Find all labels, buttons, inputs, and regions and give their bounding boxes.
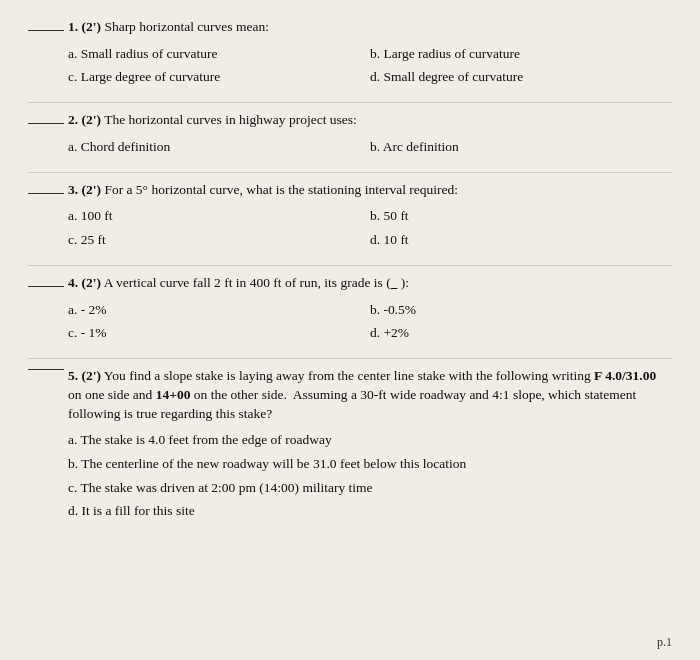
question-3: 3. (2') For a 5° horizontal curve, what … bbox=[28, 181, 672, 251]
q3-option-a: a. 100 ft bbox=[68, 205, 370, 227]
page-number: p.1 bbox=[657, 634, 672, 650]
q3-option-b: b. 50 ft bbox=[370, 205, 672, 227]
question-1: 1. (2') Sharp horizontal curves mean: a.… bbox=[28, 18, 672, 88]
q2-option-b: b. Arc definition bbox=[370, 136, 672, 158]
q5-text: 5. (2') You find a slope stake is laying… bbox=[68, 367, 672, 424]
q3-text: 3. (2') For a 5° horizontal curve, what … bbox=[68, 181, 458, 200]
q5-option-d: d. It is a fill for this site bbox=[68, 500, 672, 522]
q5-option-c: c. The stake was driven at 2:00 pm (14:0… bbox=[68, 477, 672, 499]
q4-blank bbox=[28, 286, 64, 287]
q5-blank bbox=[28, 369, 64, 370]
exam-page: 1. (2') Sharp horizontal curves mean: a.… bbox=[0, 0, 700, 660]
divider-2 bbox=[28, 172, 672, 173]
q2-blank bbox=[28, 123, 64, 124]
q1-option-a: a. Small radius of curvature bbox=[68, 43, 370, 65]
q4-option-a: a. - 2% bbox=[68, 299, 370, 321]
q1-blank bbox=[28, 30, 64, 31]
q2-option-a: a. Chord definition bbox=[68, 136, 370, 158]
divider-1 bbox=[28, 102, 672, 103]
q1-option-b: b. Large radius of curvature bbox=[370, 43, 672, 65]
q4-option-d: d. +2% bbox=[370, 322, 672, 344]
q4-options: a. - 2% b. -0.5% c. - 1% d. +2% bbox=[68, 299, 672, 344]
q4-text: 4. (2') A vertical curve fall 2 ft in 40… bbox=[68, 274, 409, 293]
q3-option-d: d. 10 ft bbox=[370, 229, 672, 251]
q5-option-a: a. The stake is 4.0 feet from the edge o… bbox=[68, 429, 672, 451]
question-2: 2. (2') The horizontal curves in highway… bbox=[28, 111, 672, 157]
divider-3 bbox=[28, 265, 672, 266]
q3-option-c: c. 25 ft bbox=[68, 229, 370, 251]
question-5: 5. (2') You find a slope stake is laying… bbox=[28, 367, 672, 522]
q1-option-d: d. Small degree of curvature bbox=[370, 66, 672, 88]
q4-option-b: b. -0.5% bbox=[370, 299, 672, 321]
q3-options: a. 100 ft b. 50 ft c. 25 ft d. 10 ft bbox=[68, 205, 672, 250]
q5-options: a. The stake is 4.0 feet from the edge o… bbox=[68, 429, 672, 521]
divider-4 bbox=[28, 358, 672, 359]
q1-text: 1. (2') Sharp horizontal curves mean: bbox=[68, 18, 269, 37]
q4-option-c: c. - 1% bbox=[68, 322, 370, 344]
q2-text: 2. (2') The horizontal curves in highway… bbox=[68, 111, 357, 130]
q3-blank bbox=[28, 193, 64, 194]
question-4: 4. (2') A vertical curve fall 2 ft in 40… bbox=[28, 274, 672, 344]
q1-options: a. Small radius of curvature b. Large ra… bbox=[68, 43, 672, 88]
q5-option-b: b. The centerline of the new roadway wil… bbox=[68, 453, 672, 475]
q2-options: a. Chord definition b. Arc definition bbox=[68, 136, 672, 158]
q1-option-c: c. Large degree of curvature bbox=[68, 66, 370, 88]
